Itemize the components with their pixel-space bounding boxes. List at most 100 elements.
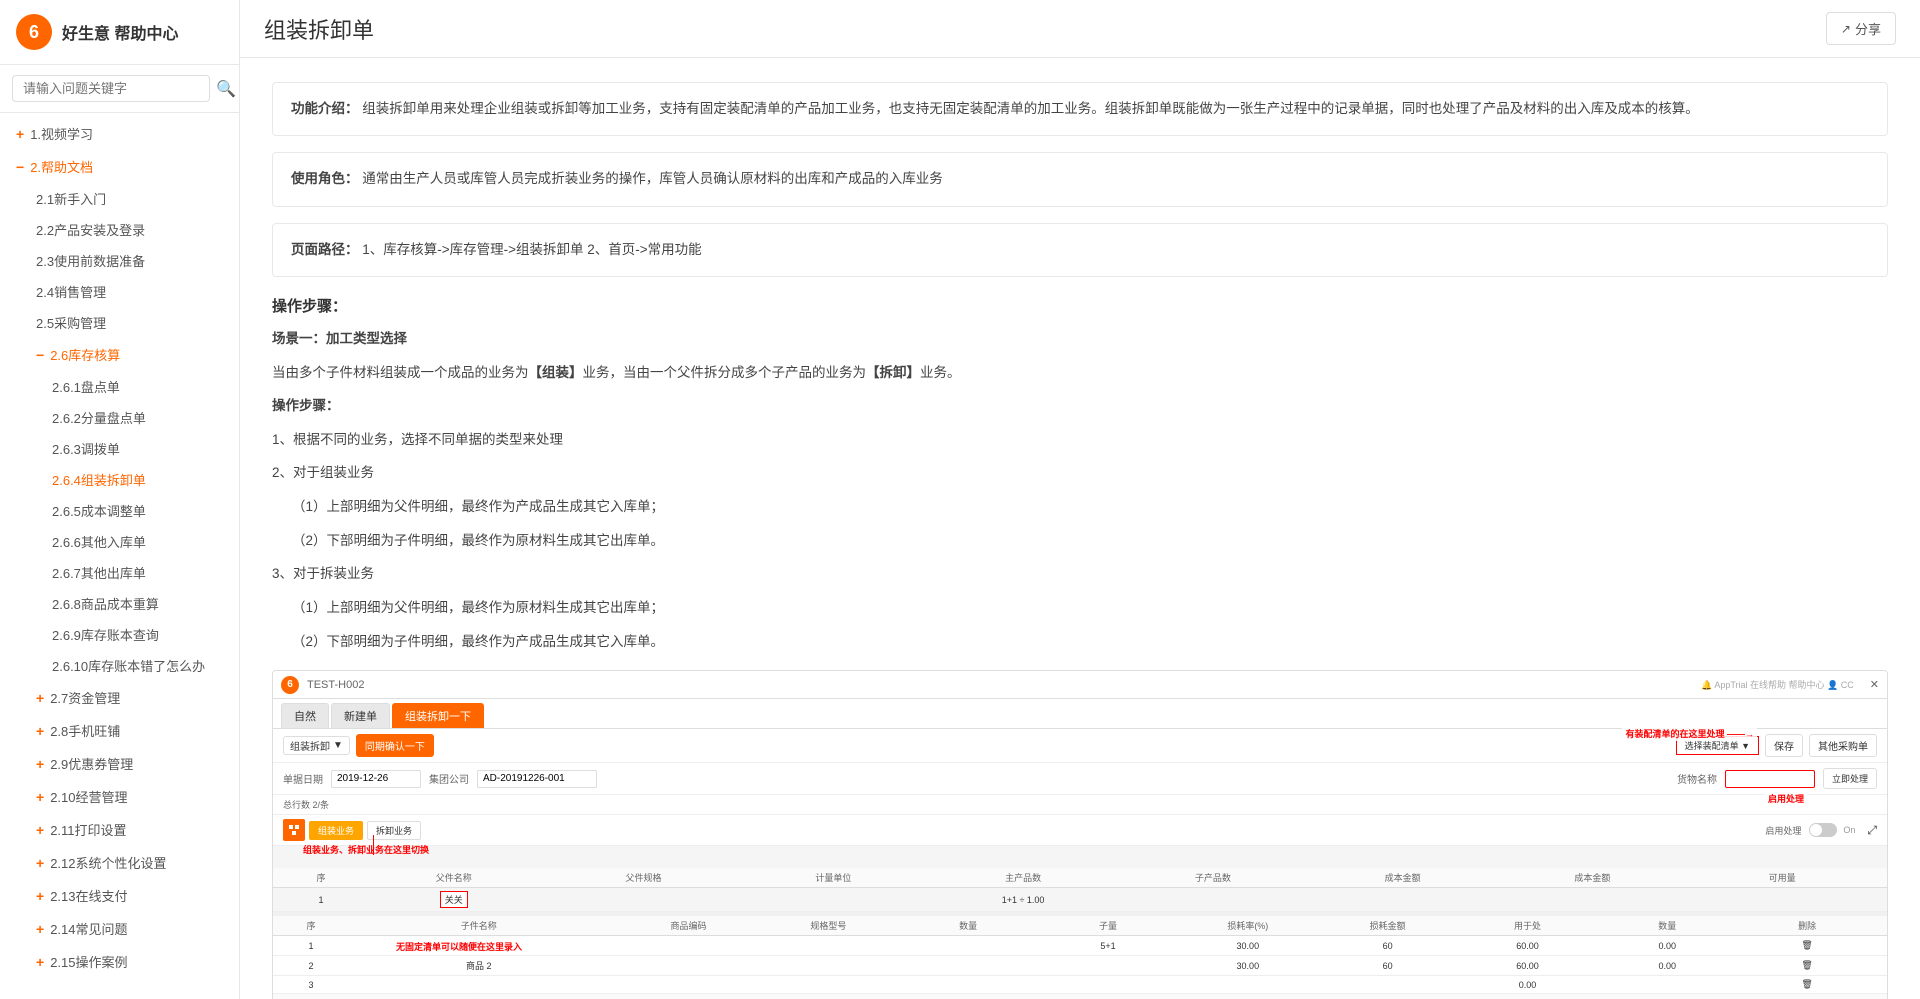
sidebar-item-finance[interactable]: + 2.7资金管理 <box>0 681 239 714</box>
mock-form-label3: 货物名称 <box>1677 771 1717 786</box>
mock-bot-row-2: 2 商品 2 30.00 60 60.00 0.00 🗑 <box>273 956 1887 976</box>
mock-btn-bom[interactable]: 选择装配清单 ▼ <box>1676 736 1759 755</box>
sidebar-item-purchase[interactable]: 2.5采购管理 <box>0 307 239 338</box>
expand-icon3: + <box>36 723 44 739</box>
sidebar-item-install[interactable]: 2.2产品安装及登录 <box>0 214 239 245</box>
sidebar-item-inventory[interactable]: − 2.6库存核算 <box>0 338 239 371</box>
screenshot-container: 6 TEST-H002 🔔 AppTrial 在线帮助 帮助中心 👤 CC ✕ … <box>272 670 1888 999</box>
mock-docno-input[interactable] <box>477 770 597 788</box>
role-text: 通常由生产人员或库管人员完成折装业务的操作，库管人员确认原材料的出库和产成品的入… <box>362 171 943 186</box>
expand-icon6: + <box>36 822 44 838</box>
mock-col-sub-qty: 子产品数 <box>1118 871 1308 884</box>
mock-bot-col-lossamt: 损耗金额 <box>1318 919 1458 932</box>
search-box[interactable]: 🔍 <box>0 65 239 113</box>
mock-tab-new[interactable]: 新建单 <box>331 703 390 728</box>
sidebar-item-mobile[interactable]: + 2.8手机旺铺 <box>0 714 239 747</box>
mock-col-parent-spec: 父件规格 <box>549 871 739 884</box>
mock-app: 6 TEST-H002 🔔 AppTrial 在线帮助 帮助中心 👤 CC ✕ … <box>273 671 1887 999</box>
sidebar-item-video[interactable]: + 1.视频学习 <box>0 117 239 150</box>
mock-goods-input[interactable] <box>1725 770 1815 788</box>
mock-bot-col-subqty: 子量 <box>1038 919 1178 932</box>
nav-section: + 1.视频学习 − 2.帮助文档 2.1新手入门 2.2产品安装及登录 2.3… <box>0 113 239 982</box>
mock-bot-row-1: 1 商品 1 5+1 30.00 60 60.00 0.00 🗑 <box>273 936 1887 956</box>
expand-icon10: + <box>36 954 44 970</box>
steps-title: 操作步骤： <box>272 295 1888 316</box>
mock-expand-icon[interactable]: ⤢ <box>1867 823 1877 838</box>
mock-disassembly-btn[interactable]: 拆卸业务 <box>367 821 421 840</box>
sidebar-item-stockerr[interactable]: 2.6.10库存账本错了怎么办 <box>0 650 239 681</box>
mock-table-header-upper: 序 父件名称 父件规格 计量单位 主产品数 子产品数 成本金额 成本金额 可用量 <box>273 868 1887 888</box>
sidebar-item-ops[interactable]: + 2.10经营管理 <box>0 780 239 813</box>
mock-btn-select[interactable]: 立即处理 <box>1823 768 1877 789</box>
mock-bot-col-code: 商品编码 <box>619 919 759 932</box>
logo-icon: 6 <box>16 14 52 50</box>
mock-tab-home[interactable]: 自然 <box>281 703 329 728</box>
header: 组装拆卸单 ↗ 分享 <box>240 0 1920 58</box>
content-area: 功能介绍： 组装拆卸单用来处理企业组装或拆卸等加工业务，支持有固定装配清单的产品… <box>240 58 1920 999</box>
sidebar-item-new[interactable]: 2.1新手入门 <box>0 183 239 214</box>
mock-col-available: 可用量 <box>1687 871 1877 884</box>
sidebar-item-faq[interactable]: + 2.14常见问题 <box>0 912 239 945</box>
step1-text: 1、根据不同的业务，选择不同单据的类型来处理 <box>272 427 1888 453</box>
path-label: 页面路径： <box>291 242 359 257</box>
sidebar-item-split[interactable]: 2.6.2分量盘点单 <box>0 402 239 433</box>
mock-toggle[interactable] <box>1809 823 1837 837</box>
mock-bot-col-qty: 数量 <box>898 919 1038 932</box>
sidebar-item-assembly[interactable]: 2.6.4组装拆卸单 <box>0 464 239 495</box>
mock-table-row-1: 1 关关 1+1 ÷ 1.00 <box>273 888 1887 912</box>
mock-type-label: 启用处理 <box>1765 824 1801 837</box>
expand-icon7: + <box>36 855 44 871</box>
sidebar-item-otherinbound[interactable]: 2.6.6其他入库单 <box>0 526 239 557</box>
sidebar-item-docs[interactable]: − 2.帮助文档 <box>0 150 239 183</box>
sidebar-item-stockcheck[interactable]: 2.6.9库存账本查询 <box>0 619 239 650</box>
sidebar-item-stocktake[interactable]: 2.6.1盘点单 <box>0 371 239 402</box>
mock-btn-save[interactable]: 保存 <box>1765 734 1803 757</box>
sidebar-item-coupon[interactable]: + 2.9优惠券管理 <box>0 747 239 780</box>
mock-bot-footer: 合计 85.00 6.00 6.00 0.00 85.00 <box>273 994 1887 999</box>
path-block: 页面路径： 1、库存核算->库存管理->组装拆卸单 2、首页->常用功能 <box>272 223 1888 277</box>
mock-parent-input[interactable]: 关关 <box>440 891 468 908</box>
mock-type-section: 组装业务 拆卸业务 启用处理 On ⤢ 组装业务、拆卸业务在这里切换 <box>273 815 1887 846</box>
intro-label: 功能介绍： <box>291 101 359 116</box>
mock-doctype: 组装拆卸 ▼ <box>283 736 350 755</box>
mock-bot-col-del: 删除 <box>1737 919 1877 932</box>
sidebar-item-costadj[interactable]: 2.6.5成本调整单 <box>0 495 239 526</box>
mock-assembly-btn[interactable]: 组装业务 <box>309 821 363 840</box>
sidebar-item-data[interactable]: 2.3使用前数据准备 <box>0 245 239 276</box>
mock-tab-assembly[interactable]: 组装拆卸一下 <box>392 703 484 728</box>
mock-titlebar: 6 TEST-H002 🔔 AppTrial 在线帮助 帮助中心 👤 CC ✕ <box>273 671 1887 699</box>
mock-logo: 6 <box>281 676 299 694</box>
mock-bot-col-seq: 序 <box>283 919 339 932</box>
role-block: 使用角色： 通常由生产人员或库管人员完成折装业务的操作，库管人员确认原材料的出库… <box>272 152 1888 206</box>
mock-col-seq: 序 <box>283 871 359 884</box>
mock-bot-col-name: 子件名称 <box>339 919 619 932</box>
mock-form-label1: 单据日期 <box>283 771 323 786</box>
sidebar-item-otheroutbound[interactable]: 2.6.7其他出库单 <box>0 557 239 588</box>
mock-cell-mainqty: 1+1 ÷ 1.00 <box>928 895 1118 905</box>
mock-date-input[interactable] <box>331 770 421 788</box>
search-icon[interactable]: 🔍 <box>216 79 236 99</box>
steps-label: 操作步骤： <box>272 393 1888 419</box>
sidebar-item-cases[interactable]: + 2.15操作案例 <box>0 945 239 978</box>
search-input[interactable] <box>12 75 210 102</box>
mock-btn-submit[interactable]: 其他采购单 <box>1809 734 1877 757</box>
share-button[interactable]: ↗ 分享 <box>1826 12 1896 45</box>
sidebar-item-print[interactable]: + 2.11打印设置 <box>0 813 239 846</box>
step3-text: 3、对于拆装业务 <box>272 561 1888 587</box>
mock-upper-table: 序 父件名称 父件规格 计量单位 主产品数 子产品数 成本金额 成本金额 可用量… <box>273 868 1887 912</box>
sidebar-item-custom[interactable]: + 2.12系统个性化设置 <box>0 846 239 879</box>
sidebar-item-adjust[interactable]: 2.6.3调拨单 <box>0 433 239 464</box>
intro-text: 组装拆卸单用来处理企业组装或拆卸等加工业务，支持有固定装配清单的产品加工业务，也… <box>362 101 1699 116</box>
mock-cell-name: 关关 <box>359 891 549 908</box>
mock-btn-confirm[interactable]: 同期确认一下 <box>356 734 434 757</box>
sidebar-item-sales[interactable]: 2.4销售管理 <box>0 276 239 307</box>
mock-col-cost1: 成本金额 <box>1308 871 1498 884</box>
sidebar-item-costcalc[interactable]: 2.6.8商品成本重算 <box>0 588 239 619</box>
expand-icon8: + <box>36 888 44 904</box>
step3-1-text: （1）上部明细为父件明细，最终作为原材料生成其它出库单； <box>292 595 1888 621</box>
expand-icon9: + <box>36 921 44 937</box>
mock-title: TEST-H002 <box>307 679 364 691</box>
mock-col-parent-name: 父件名称 <box>359 871 549 884</box>
intro-block: 功能介绍： 组装拆卸单用来处理企业组装或拆卸等加工业务，支持有固定装配清单的产品… <box>272 82 1888 136</box>
sidebar-item-online[interactable]: + 2.13在线支付 <box>0 879 239 912</box>
